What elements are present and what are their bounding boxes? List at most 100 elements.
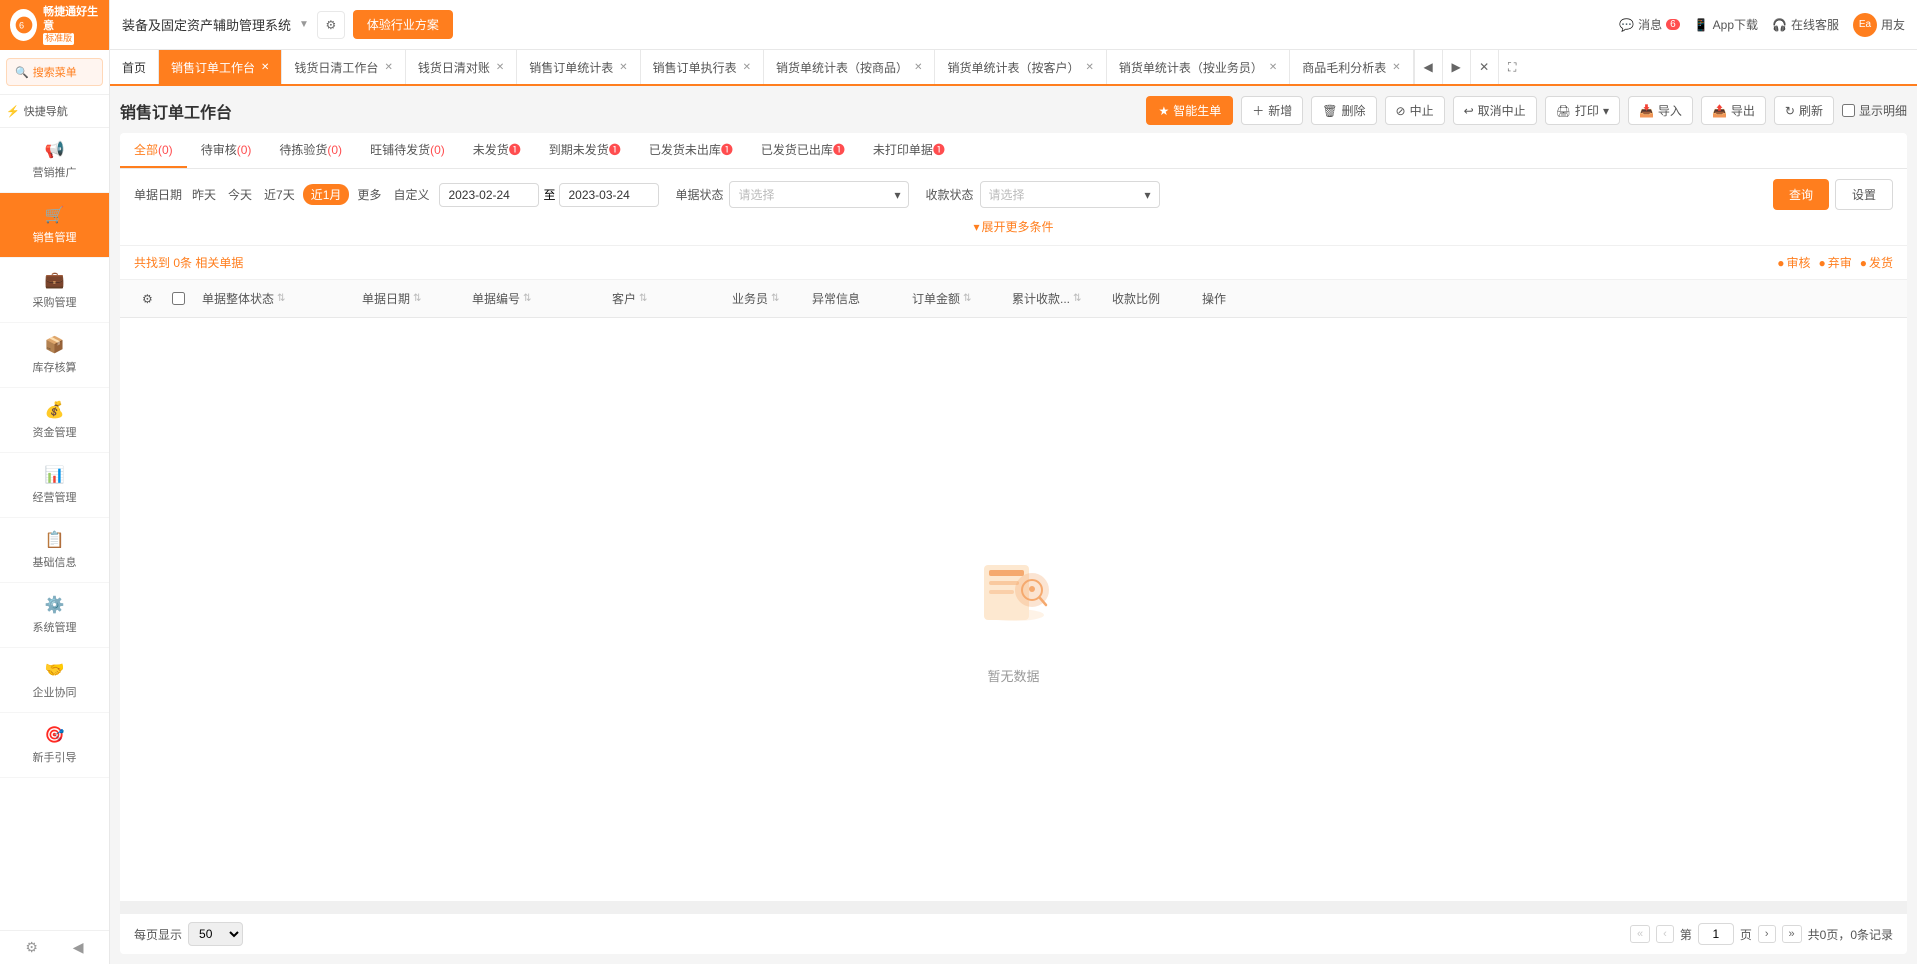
sidebar-item-operation[interactable]: 📊 经营管理 — [0, 453, 109, 518]
app-download-button[interactable]: 📱 App下载 — [1694, 16, 1758, 33]
user-menu-button[interactable]: Ea 用友 — [1853, 13, 1905, 37]
message-button[interactable]: 💬 消息 6 — [1619, 16, 1680, 33]
tab-close-cash-reconcile[interactable]: ✕ — [496, 62, 504, 73]
filter-tab-shipped-outbound[interactable]: 已发货已出库❶ — [747, 133, 859, 168]
system-dropdown-icon[interactable]: ▼ — [299, 19, 309, 30]
select-all-checkbox[interactable] — [172, 292, 185, 305]
sidebar-item-system[interactable]: ⚙️ 系统管理 — [0, 583, 109, 648]
cancel-stop-button[interactable]: ↩ 取消中止 — [1453, 96, 1537, 125]
tab-close-sales-stat[interactable]: ✕ — [619, 62, 627, 73]
sidebar-item-sales[interactable]: 🛒 销售管理 — [0, 193, 109, 258]
tab-sales-by-product[interactable]: 销货单统计表（按商品） ✕ — [764, 50, 935, 85]
sort-received-icon[interactable]: ⇅ — [1073, 293, 1081, 304]
quick-nav-button[interactable]: ⚡ 快捷导航 — [6, 103, 103, 119]
logo-icon: 6 — [10, 9, 37, 41]
sort-number-icon[interactable]: ⇅ — [523, 293, 531, 304]
sidebar-search-area: 🔍 搜索菜单 — [0, 50, 109, 95]
date-7days-btn[interactable]: 近7天 — [260, 184, 299, 205]
tab-close-sales-exec[interactable]: ✕ — [743, 62, 751, 73]
sort-date-icon[interactable]: ⇅ — [413, 293, 421, 304]
sidebar-item-enterprise[interactable]: 🤝 企业协同 — [0, 648, 109, 713]
status-select[interactable]: 请选择 ▾ — [729, 181, 909, 208]
tab-cash-reconcile[interactable]: 钱货日清对账 ✕ — [406, 50, 517, 85]
tab-close-gross-margin[interactable]: ✕ — [1392, 62, 1400, 73]
sort-status-icon[interactable]: ⇅ — [277, 293, 285, 304]
delete-button[interactable]: 🗑 删除 — [1311, 96, 1376, 125]
smart-create-button[interactable]: ★ 智能生单 — [1146, 96, 1233, 125]
sidebar-item-inventory[interactable]: 📦 库存核算 — [0, 323, 109, 388]
sidebar-item-marketing[interactable]: 📢 营销推广 — [0, 128, 109, 193]
uncheck-action-button[interactable]: ● 弃审 — [1818, 254, 1851, 271]
tabs-prev-button[interactable]: ◀ — [1414, 50, 1442, 85]
payment-select[interactable]: 请选择 ▾ — [980, 181, 1160, 208]
tab-sales-workbench[interactable]: 销售订单工作台 ✕ — [159, 50, 282, 85]
page-number-input[interactable] — [1698, 923, 1734, 945]
tab-gross-margin[interactable]: 商品毛利分析表 ✕ — [1290, 50, 1413, 85]
date-from-input[interactable] — [439, 183, 539, 207]
tab-close-sales-by-customer[interactable]: ✕ — [1085, 62, 1093, 73]
date-yesterday-btn[interactable]: 昨天 — [188, 184, 220, 205]
tab-cash-daily[interactable]: 钱货日清工作台 ✕ — [282, 50, 405, 85]
next-page-button[interactable]: › — [1758, 925, 1776, 943]
th-received: 累计收款... ⇅ — [1004, 280, 1104, 317]
industry-solution-button[interactable]: 体验行业方案 — [353, 10, 453, 39]
online-service-button[interactable]: 🎧 在线客服 — [1772, 16, 1839, 33]
last-page-button[interactable]: » — [1782, 925, 1802, 943]
filter-tab-wangpu[interactable]: 旺铺待发货(0) — [356, 133, 459, 168]
sort-staff-icon[interactable]: ⇅ — [771, 293, 779, 304]
review-action-button[interactable]: ● 审核 — [1777, 254, 1810, 271]
sidebar-item-guide[interactable]: 🎯 新手引导 — [0, 713, 109, 778]
tab-sales-by-customer[interactable]: 销货单统计表（按客户） ✕ — [935, 50, 1106, 85]
sort-customer-icon[interactable]: ⇅ — [639, 293, 647, 304]
first-page-button[interactable]: « — [1630, 925, 1650, 943]
settings-button[interactable]: ⚙ — [317, 11, 345, 39]
settings-footer-button[interactable]: ⚙ — [25, 939, 38, 956]
filter-tab-not-printed[interactable]: 未打印单据❶ — [859, 133, 959, 168]
filter-tab-not-shipped[interactable]: 未发货❶ — [459, 133, 535, 168]
page-size-select[interactable]: 20 50 100 — [188, 922, 243, 946]
collapse-sidebar-button[interactable]: ◀ — [73, 939, 84, 956]
print-button[interactable]: 🖨 打印 ▾ — [1545, 96, 1620, 125]
filter-tab-pending-check[interactable]: 待拣验货(0) — [265, 133, 356, 168]
ship-action-button[interactable]: ● 发货 — [1860, 254, 1893, 271]
export-button[interactable]: 📤 导出 — [1701, 96, 1766, 125]
tab-sales-stat[interactable]: 销售订单统计表 ✕ — [517, 50, 640, 85]
filter-tab-shipped-not-outbound[interactable]: 已发货未出库❶ — [635, 133, 747, 168]
tab-sales-by-staff[interactable]: 销货单统计表（按业务员） ✕ — [1107, 50, 1290, 85]
tab-close-sales-by-staff[interactable]: ✕ — [1269, 62, 1277, 73]
stop-button[interactable]: ⊘ 中止 — [1385, 96, 1445, 125]
refresh-button[interactable]: ↻ 刷新 — [1774, 96, 1834, 125]
th-settings[interactable]: ⚙ — [134, 280, 164, 317]
tab-sales-exec[interactable]: 销售订单执行表 ✕ — [641, 50, 764, 85]
sort-amount-icon[interactable]: ⇅ — [963, 293, 971, 304]
prev-page-button[interactable]: ‹ — [1656, 925, 1674, 943]
tab-close-cash-daily[interactable]: ✕ — [384, 62, 392, 73]
show-detail-checkbox[interactable] — [1842, 104, 1855, 117]
horizontal-scrollbar[interactable] — [120, 901, 1907, 913]
date-today-btn[interactable]: 今天 — [224, 184, 256, 205]
tab-close-sales-by-product[interactable]: ✕ — [914, 62, 922, 73]
date-1month-btn[interactable]: 近1月 — [303, 184, 350, 205]
th-checkbox[interactable] — [164, 280, 194, 317]
date-to-input[interactable] — [559, 183, 659, 207]
sidebar-item-basic[interactable]: 📋 基础信息 — [0, 518, 109, 583]
tab-close-sales-workbench[interactable]: ✕ — [261, 62, 269, 73]
filter-tab-pending-review[interactable]: 待审核(0) — [187, 133, 266, 168]
tab-home[interactable]: 首页 — [110, 50, 159, 85]
show-detail-label[interactable]: 显示明细 — [1842, 102, 1907, 119]
settings-query-button[interactable]: 设置 — [1835, 179, 1893, 210]
date-more-btn[interactable]: 更多 — [353, 184, 385, 205]
sidebar-item-finance[interactable]: 💰 资金管理 — [0, 388, 109, 453]
search-menu-button[interactable]: 🔍 搜索菜单 — [6, 58, 103, 86]
tabs-fullscreen-button[interactable]: ⛶ — [1498, 50, 1526, 85]
date-custom-btn[interactable]: 自定义 — [389, 184, 433, 205]
import-button[interactable]: 📥 导入 — [1628, 96, 1693, 125]
add-button[interactable]: ＋ 新增 — [1241, 96, 1303, 125]
sidebar-item-purchase[interactable]: 💼 采购管理 — [0, 258, 109, 323]
query-button[interactable]: 查询 — [1773, 179, 1829, 210]
tabs-close-all-button[interactable]: ✕ — [1470, 50, 1498, 85]
filter-tab-all[interactable]: 全部(0) — [120, 133, 187, 168]
tabs-next-button[interactable]: ▶ — [1442, 50, 1470, 85]
expand-conditions-button[interactable]: ▾ 展开更多条件 — [973, 218, 1053, 235]
filter-tab-overdue-not-shipped[interactable]: 到期未发货❶ — [535, 133, 635, 168]
